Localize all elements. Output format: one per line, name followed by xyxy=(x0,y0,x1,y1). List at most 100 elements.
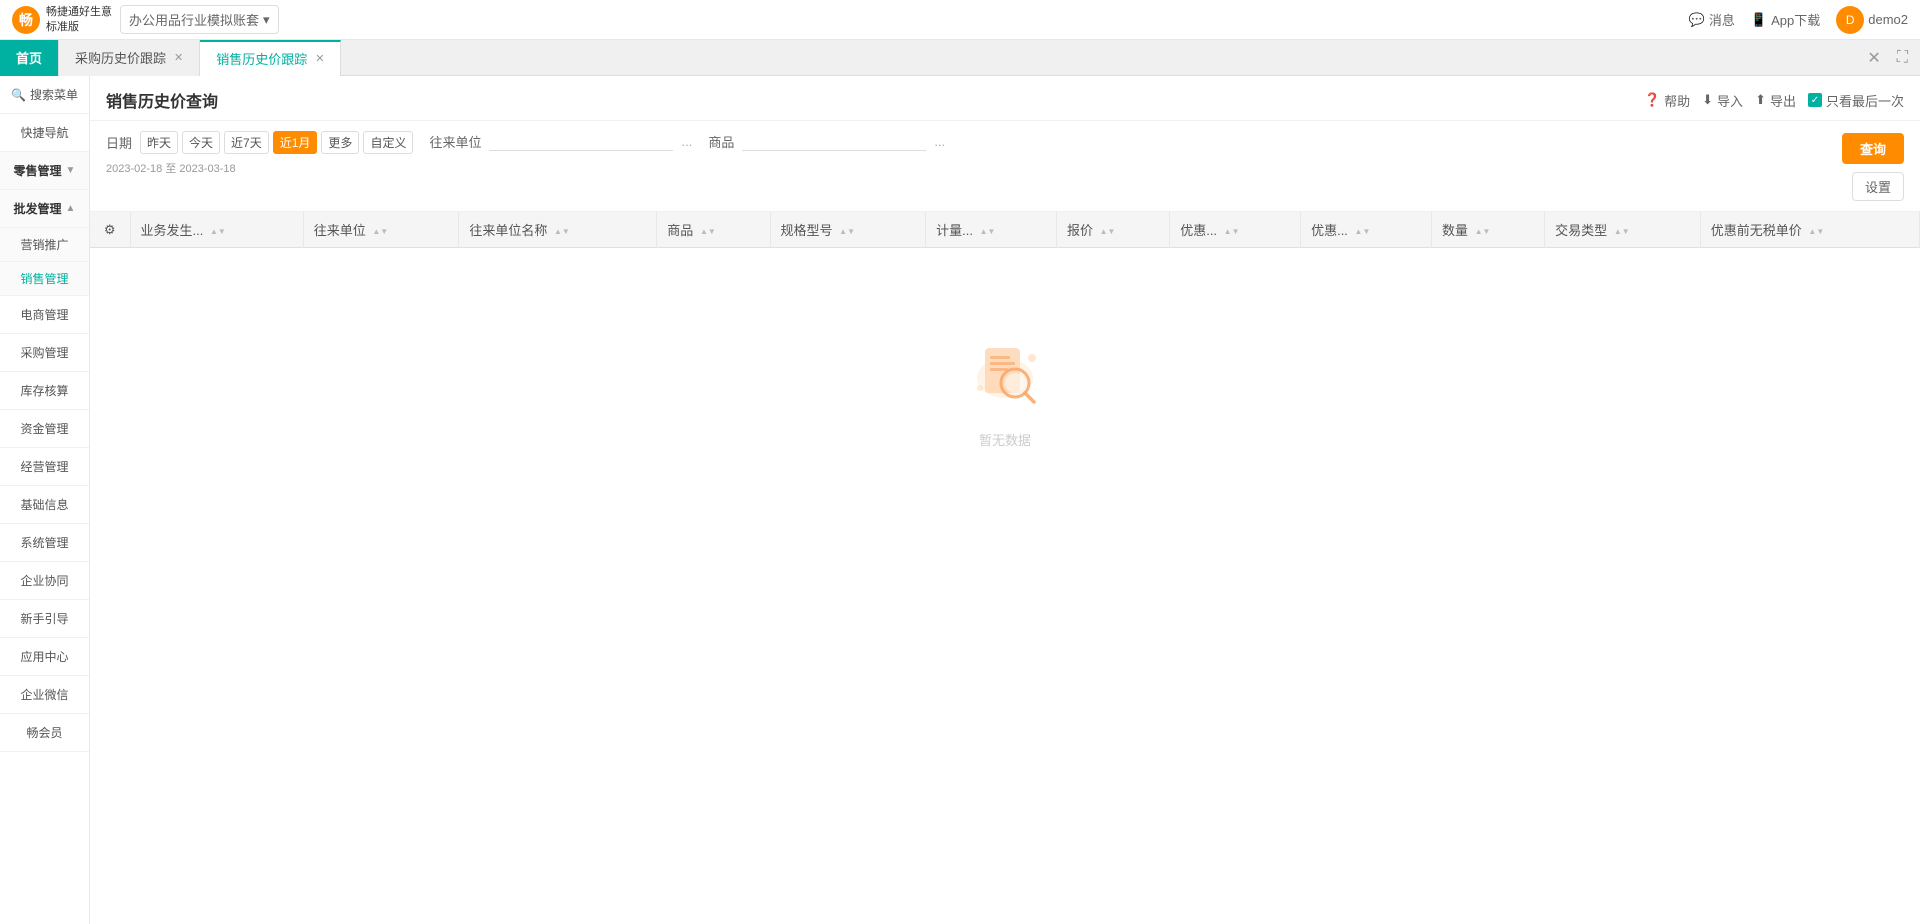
settings-icon: ⚙ xyxy=(104,222,116,237)
sidebar-item-system[interactable]: 系统管理 xyxy=(0,524,89,562)
yesterday-btn[interactable]: 昨天 xyxy=(140,131,178,154)
col-spec[interactable]: 规格型号 ▲▼ xyxy=(770,212,926,248)
sidebar-item-ecommerce[interactable]: 电商管理 xyxy=(0,296,89,334)
page-header: 销售历史价查询 ❓ 帮助 ⬇ 导入 ⬆ 导出 ✓ 只看最后一次 xyxy=(90,76,1920,121)
col-quote[interactable]: 报价 ▲▼ xyxy=(1056,212,1169,248)
import-icon: ⬇ xyxy=(1702,92,1713,108)
sidebar-item-inventory[interactable]: 库存核算 xyxy=(0,372,89,410)
only-last-checkbox-label[interactable]: ✓ 只看最后一次 xyxy=(1808,91,1904,110)
tab-home-label: 首页 xyxy=(16,48,42,67)
topbar: 畅 畅捷通好生意 标准版 办公用品行业模拟账套 ▾ 💬 消息 📱 App下载 D… xyxy=(0,0,1920,40)
sidebar-item-wechat[interactable]: 企业微信 xyxy=(0,676,89,714)
sidebar: 🔍 搜索菜单 快捷导航 零售管理 ▼ 批发管理 ▲ 营销推广 销售管理 电商管理… xyxy=(0,76,90,924)
goods-dots[interactable]: ... xyxy=(934,134,945,149)
tab-sales-history-close[interactable]: ✕ xyxy=(315,52,324,65)
import-button[interactable]: ⬇ 导入 xyxy=(1702,91,1743,110)
partner-dots[interactable]: ... xyxy=(681,134,692,149)
user-profile[interactable]: D demo2 xyxy=(1836,6,1908,34)
sidebar-item-member[interactable]: 畅会员 xyxy=(0,714,89,752)
more-btn[interactable]: 更多 xyxy=(321,131,359,154)
app-download-button[interactable]: 📱 App下载 xyxy=(1751,10,1820,29)
sidebar-finance-label: 资金管理 xyxy=(20,420,68,437)
sidebar-item-enterprise[interactable]: 企业协同 xyxy=(0,562,89,600)
tab-home[interactable]: 首页 xyxy=(0,40,59,76)
export-icon: ⬆ xyxy=(1755,92,1766,108)
partner-filter-input[interactable] xyxy=(489,131,673,151)
sidebar-item-shortcuts[interactable]: 快捷导航 xyxy=(0,114,89,152)
query-button[interactable]: 查询 xyxy=(1842,133,1904,164)
col-discount1[interactable]: 优惠... ▲▼ xyxy=(1170,212,1301,248)
sidebar-item-finance[interactable]: 资金管理 xyxy=(0,410,89,448)
sidebar-item-retail[interactable]: 零售管理 ▼ xyxy=(0,152,89,190)
help-button[interactable]: ❓ 帮助 xyxy=(1644,91,1690,110)
col-partner-name[interactable]: 往来单位名称 ▲▼ xyxy=(459,212,657,248)
sort-business-date-icon: ▲▼ xyxy=(210,228,226,236)
col-pre-tax-price[interactable]: 优惠前无税单价 ▲▼ xyxy=(1700,212,1919,248)
main-layout: 🔍 搜索菜单 快捷导航 零售管理 ▼ 批发管理 ▲ 营销推广 销售管理 电商管理… xyxy=(0,76,1920,924)
col-settings[interactable]: ⚙ xyxy=(90,212,130,248)
sidebar-sales-mgmt-label: 销售管理 xyxy=(20,270,68,287)
last7-btn[interactable]: 近7天 xyxy=(224,131,269,154)
date-range-text: 2023-02-18 至 2023-03-18 xyxy=(106,160,236,176)
sidebar-item-basic-info[interactable]: 基础信息 xyxy=(0,486,89,524)
help-label: 帮助 xyxy=(1664,91,1690,110)
sort-trade-type-icon: ▲▼ xyxy=(1614,228,1630,236)
sidebar-item-sales-mgmt[interactable]: 销售管理 xyxy=(0,262,89,296)
filter-row: 日期 昨天 今天 近7天 近1月 更多 自定义 2023-02-18 至 202… xyxy=(106,131,1826,176)
export-button[interactable]: ⬆ 导出 xyxy=(1755,91,1796,110)
sidebar-member-label: 畅会员 xyxy=(26,724,62,741)
sidebar-ecommerce-label: 电商管理 xyxy=(20,306,68,323)
only-last-checkbox[interactable]: ✓ xyxy=(1808,93,1822,107)
sidebar-item-search[interactable]: 🔍 搜索菜单 xyxy=(0,76,89,114)
avatar: D xyxy=(1836,6,1864,34)
message-icon: 💬 xyxy=(1689,12,1705,28)
col-unit[interactable]: 计量... ▲▼ xyxy=(926,212,1057,248)
partner-filter-label: 往来单位 xyxy=(429,132,481,151)
sidebar-item-marketing[interactable]: 营销推广 xyxy=(0,228,89,262)
col-partner-code[interactable]: 往来单位 ▲▼ xyxy=(303,212,459,248)
goods-filter-label: 商品 xyxy=(708,132,734,151)
app-name-dropdown[interactable]: 办公用品行业模拟账套 ▾ xyxy=(120,5,279,34)
custom-btn[interactable]: 自定义 xyxy=(363,131,413,154)
export-label: 导出 xyxy=(1770,91,1796,110)
setting-button[interactable]: 设置 xyxy=(1852,172,1904,201)
app-download-icon: 📱 xyxy=(1751,12,1767,28)
col-discount2[interactable]: 优惠... ▲▼ xyxy=(1301,212,1432,248)
sidebar-item-operations[interactable]: 经营管理 xyxy=(0,448,89,486)
col-trade-type[interactable]: 交易类型 ▲▼ xyxy=(1545,212,1701,248)
table-area: ⚙ 业务发生... ▲▼ 往来单位 ▲▼ 往来单位名称 ▲▼ xyxy=(90,212,1920,924)
logo-area: 畅 畅捷通好生意 标准版 xyxy=(12,5,112,34)
tabbar: 首页 采购历史价跟踪 ✕ 销售历史价跟踪 ✕ ✕ ⛶ xyxy=(0,40,1920,76)
col-goods[interactable]: 商品 ▲▼ xyxy=(657,212,770,248)
close-all-tabs-button[interactable]: ✕ xyxy=(1863,44,1884,72)
message-button[interactable]: 💬 消息 xyxy=(1689,10,1735,29)
last1m-btn[interactable]: 近1月 xyxy=(273,131,318,154)
tab-purchase-history-close[interactable]: ✕ xyxy=(174,51,183,64)
goods-filter-input[interactable] xyxy=(742,131,926,151)
today-btn[interactable]: 今天 xyxy=(182,131,220,154)
sort-quantity-icon: ▲▼ xyxy=(1475,228,1491,236)
sort-partner-name-icon: ▲▼ xyxy=(554,228,570,236)
tab-purchase-history-label: 采购历史价跟踪 xyxy=(75,48,166,67)
tab-purchase-history[interactable]: 采购历史价跟踪 ✕ xyxy=(59,40,200,76)
col-business-date[interactable]: 业务发生... ▲▼ xyxy=(130,212,303,248)
dropdown-icon: ▾ xyxy=(263,12,270,28)
topbar-right: 💬 消息 📱 App下载 D demo2 xyxy=(1689,6,1908,34)
sort-discount1-icon: ▲▼ xyxy=(1224,228,1240,236)
empty-text: 暂无数据 xyxy=(979,430,1031,449)
sidebar-item-purchase[interactable]: 采购管理 xyxy=(0,334,89,372)
col-quantity[interactable]: 数量 ▲▼ xyxy=(1431,212,1544,248)
sort-discount2-icon: ▲▼ xyxy=(1355,228,1371,236)
tabbar-actions: ✕ ⛶ xyxy=(1863,44,1920,72)
sidebar-item-guide[interactable]: 新手引导 xyxy=(0,600,89,638)
date-buttons: 昨天 今天 近7天 近1月 更多 自定义 xyxy=(140,131,413,154)
empty-icon xyxy=(960,328,1050,418)
tab-sales-history[interactable]: 销售历史价跟踪 ✕ xyxy=(200,40,341,76)
sidebar-item-wholesale[interactable]: 批发管理 ▲ xyxy=(0,190,89,228)
username-label: demo2 xyxy=(1868,12,1908,27)
search-icon: 🔍 xyxy=(11,88,26,102)
maximize-button[interactable]: ⛶ xyxy=(1893,45,1912,71)
sidebar-item-app-center[interactable]: 应用中心 xyxy=(0,638,89,676)
date-filter-label: 日期 xyxy=(106,133,132,152)
sidebar-marketing-label: 营销推广 xyxy=(20,236,68,253)
